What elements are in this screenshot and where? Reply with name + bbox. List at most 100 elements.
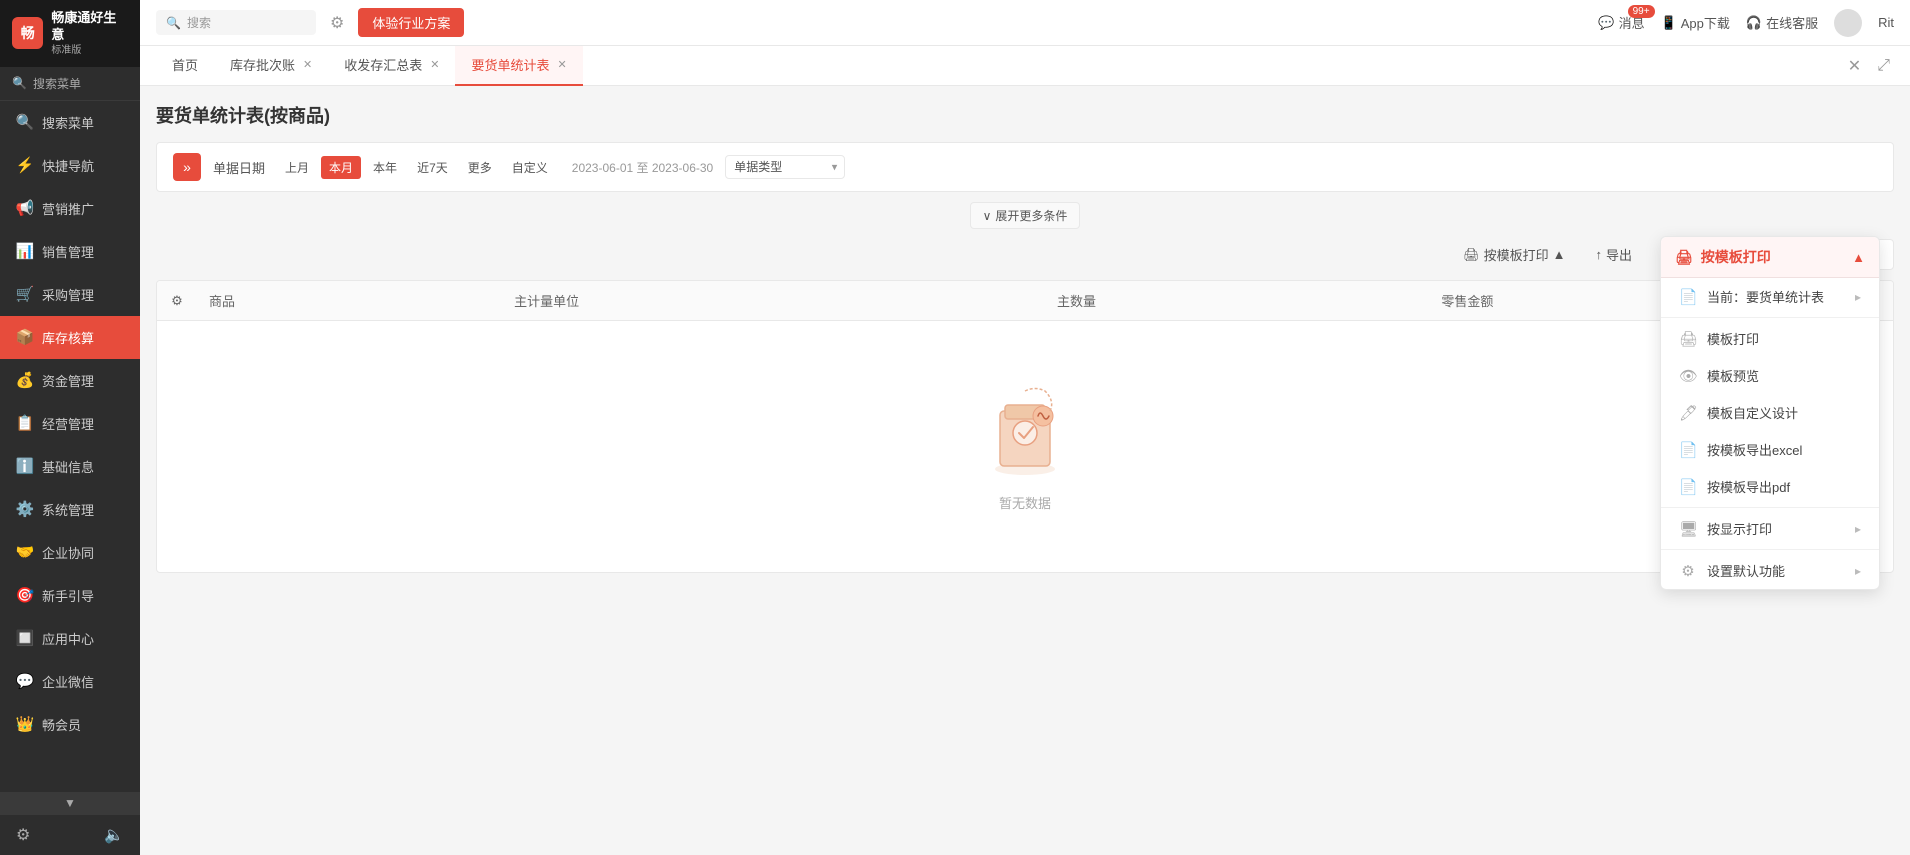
dropdown-current-item[interactable]: 📄 当前：要货单统计表 ▸ [1661, 278, 1879, 315]
dropdown-item-template-preview[interactable]: 👁模板预览 [1661, 357, 1879, 394]
tab-close-order-summary[interactable]: ✕ [558, 58, 567, 71]
sidebar-label-basic: 基础信息 [42, 457, 94, 476]
tab-maximize-button[interactable]: ⤢ [1873, 53, 1894, 79]
topbar: 🔍 搜索 ⚙ 体验行业方案 💬 消息 99+ 📱 App下载 🎧 在线客服 Ri… [140, 0, 1910, 46]
sidebar-item-newguide[interactable]: 🎯新手引导 [0, 574, 140, 617]
topbar-search-icon: 🔍 [166, 16, 181, 30]
custom-date-btn[interactable]: 自定义 [504, 156, 556, 179]
search-icon: 🔍 [16, 113, 34, 131]
template-export-excel-icon: 📄 [1679, 441, 1697, 459]
topbar-search-placeholder: 搜索 [187, 14, 211, 31]
sidebar-item-quicknav[interactable]: ⚡快捷导航 [0, 144, 140, 187]
speaker-icon[interactable]: 🔈 [104, 825, 124, 845]
sidebar-item-marketing[interactable]: 📢 营销推广 [0, 187, 140, 230]
tab-close-receivable-summary[interactable]: ✕ [430, 58, 439, 71]
topbar-messages[interactable]: 💬 消息 99+ [1598, 13, 1644, 32]
sidebar-label-finance: 资金管理 [42, 371, 94, 390]
topbar-online-service[interactable]: 🎧 在线客服 [1746, 13, 1818, 32]
sidebar-item-sales[interactable]: 📊销售管理 [0, 230, 140, 273]
dropdown-header-left: 🖨 按模板打印 [1675, 247, 1771, 267]
dropdown-separator-3 [1661, 549, 1879, 550]
print-template-btn[interactable]: 🖨 按模板打印 ▲ [1453, 240, 1575, 269]
order-type-select[interactable]: 单据类型 [725, 155, 845, 179]
this-month-btn[interactable]: 本月 [321, 156, 361, 179]
sidebar-logo: 畅 畅康通好生意 标准版 [0, 0, 140, 67]
app-tag: 标准版 [51, 44, 128, 57]
filter-expand-button[interactable]: » [173, 153, 201, 181]
template-export-pdf-label: 按模板导出pdf [1707, 477, 1790, 496]
tab-order-summary[interactable]: 要货单统计表✕ [455, 46, 582, 86]
export-btn[interactable]: ↑ 导出 [1586, 240, 1643, 269]
dropdown-items: 🖨模板打印👁模板预览🖊模板自定义设计📄按模板导出excel📄按模板导出pdf [1661, 320, 1879, 505]
tab-label-home: 首页 [172, 55, 198, 74]
dropdown-item-template-export-pdf[interactable]: 📄按模板导出pdf [1661, 468, 1879, 505]
topbar-search-box[interactable]: 🔍 搜索 [156, 10, 316, 35]
sidebar-label-inventory: 库存核算 [42, 328, 94, 347]
basic-icon: ℹ️ [16, 457, 34, 475]
sidebar-search-menu[interactable]: 🔍 搜索菜单 [0, 67, 140, 101]
member-icon: 👑 [16, 715, 34, 733]
headset-icon: 🎧 [1746, 15, 1762, 31]
sidebar-label-quicknav: 快捷导航 [42, 156, 94, 175]
sidebar-item-inventory[interactable]: 📦 库存核算 [0, 316, 140, 359]
topbar-app-download[interactable]: 📱 App下载 [1661, 13, 1730, 32]
sidebar-item-appcenter[interactable]: 🔲应用中心 [0, 617, 140, 660]
message-icon: 💬 [1598, 15, 1614, 31]
date-filter-buttons: 上月 本月 本年 近7天 更多 自定义 [277, 156, 556, 179]
dropdown-item-template-print[interactable]: 🖨模板打印 [1661, 320, 1879, 357]
tab-home[interactable]: 首页 [156, 46, 214, 86]
sidebar-item-search[interactable]: 🔍搜索菜单 [0, 101, 140, 144]
current-item-chevron-icon: ▸ [1855, 290, 1861, 304]
sidebar-label-marketing: 营销推广 [42, 199, 94, 218]
topbar-gear-icon[interactable]: ⚙ [326, 9, 348, 37]
template-custom-icon: 🖊 [1679, 404, 1697, 422]
dropdown-item-template-custom[interactable]: 🖊模板自定义设计 [1661, 394, 1879, 431]
sidebar-scroll-down[interactable]: ▼ [0, 792, 140, 814]
sidebar-label-system: 系统管理 [42, 500, 94, 519]
trial-industry-button[interactable]: 体验行业方案 [358, 8, 464, 37]
sidebar-label-sales: 销售管理 [42, 242, 94, 261]
tab-close-button[interactable]: ✕ [1844, 52, 1865, 80]
inventory-icon: 📦 [16, 328, 34, 346]
expand-more-btn[interactable]: ∨ 展开更多条件 [970, 202, 1081, 229]
dropdown-display-print[interactable]: 🖥 按显示打印 ▸ [1661, 510, 1879, 547]
content-area: 要货单统计表(按商品) » 单据日期 上月 本月 本年 近7天 更多 自定义 2… [140, 86, 1910, 855]
more-date-btn[interactable]: 更多 [460, 156, 500, 179]
col-gear[interactable]: ⚙ [157, 281, 197, 321]
marketing-icon: 📢 [16, 199, 34, 217]
empty-illustration [975, 381, 1075, 481]
user-avatar[interactable] [1834, 9, 1862, 37]
tabs-bar-right: ✕ ⤢ [1844, 52, 1894, 80]
sidebar-logo-icon: 畅 [12, 17, 43, 49]
dropdown-item-template-export-excel[interactable]: 📄按模板导出excel [1661, 431, 1879, 468]
this-year-btn[interactable]: 本年 [365, 156, 405, 179]
download-icon: 📱 [1661, 15, 1677, 31]
template-preview-icon: 👁 [1679, 367, 1697, 385]
sidebar-item-basic[interactable]: ℹ️ 基础信息 [0, 445, 140, 488]
dropdown-header: 🖨 按模板打印 ▲ [1661, 237, 1879, 278]
username-label[interactable]: Rit [1878, 15, 1894, 30]
sidebar-item-member[interactable]: 👑畅会员 [0, 703, 140, 746]
tab-inventory-batch[interactable]: 库存批次账✕ [214, 46, 328, 86]
prev-month-btn[interactable]: 上月 [277, 156, 317, 179]
sidebar-nav: 🔍搜索菜单⚡快捷导航 📢 营销推广 📊销售管理🛒采购管理 📦 库存核算 💰资金管理📋经营管理… [0, 101, 140, 792]
tab-receivable-summary[interactable]: 收发存汇总表 ✕ [328, 46, 455, 86]
sidebar-item-wechat[interactable]: 💬企业微信 [0, 660, 140, 703]
sidebar-label-newguide: 新手引导 [42, 586, 94, 605]
tab-label-receivable-summary: 收发存汇总表 [344, 55, 422, 74]
sidebar-item-enterprise[interactable]: 🤝企业协同 [0, 531, 140, 574]
last-7days-btn[interactable]: 近7天 [409, 156, 456, 179]
app-name: 畅康通好生意 [51, 10, 128, 44]
dropdown-chevron-up-icon[interactable]: ▲ [1852, 250, 1865, 265]
sidebar-item-finance[interactable]: 💰资金管理 [0, 359, 140, 402]
sidebar-item-purchase[interactable]: 🛒采购管理 [0, 273, 140, 316]
settings-icon[interactable]: ⚙ [16, 825, 30, 845]
dropdown-default-function[interactable]: ⚙ 设置默认功能 ▸ [1661, 552, 1879, 589]
dropdown-header-right: ▲ [1852, 250, 1865, 265]
sidebar-item-system[interactable]: ⚙️系统管理 [0, 488, 140, 531]
data-table: ⚙ 商品 主计量单位 主数量 零售金额 [157, 281, 1893, 572]
tab-close-inventory-batch[interactable]: ✕ [303, 58, 312, 71]
empty-text: 暂无数据 [999, 493, 1051, 512]
sidebar-item-operations[interactable]: 📋经营管理 [0, 402, 140, 445]
sidebar-label-wechat: 企业微信 [42, 672, 94, 691]
